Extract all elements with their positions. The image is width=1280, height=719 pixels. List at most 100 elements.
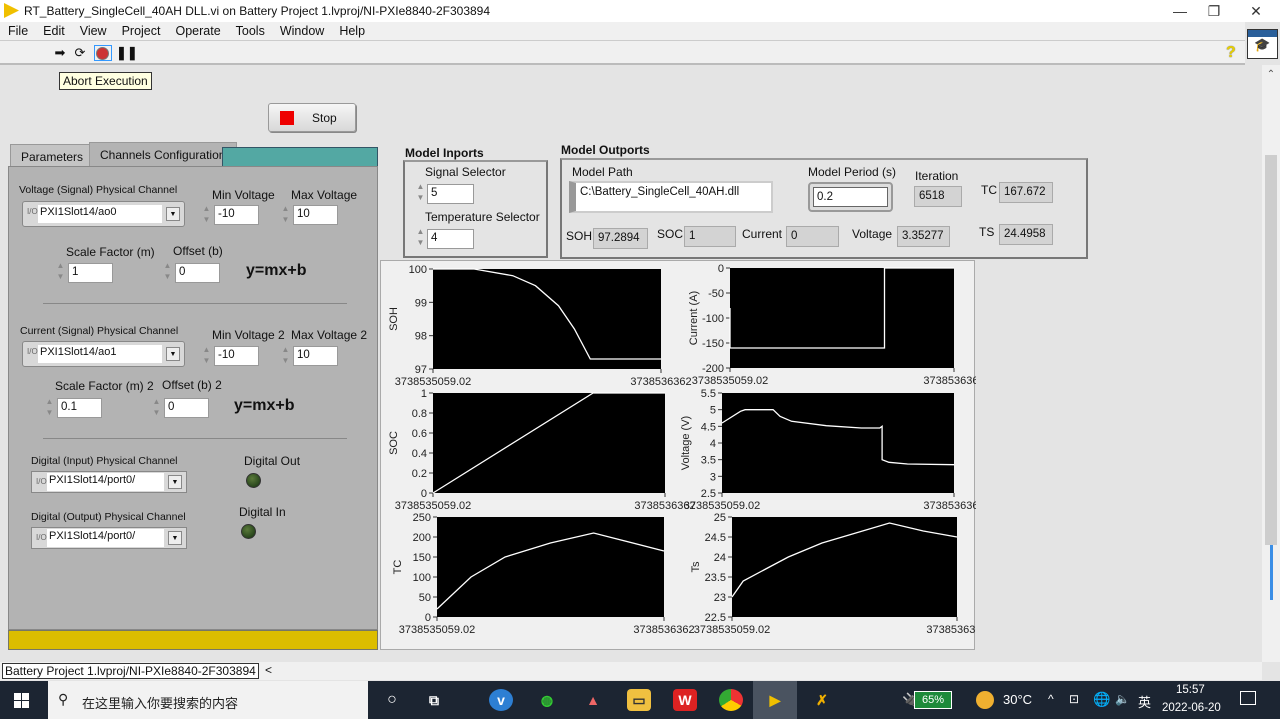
max-voltage-spinner[interactable]: ▲ ▼	[281, 203, 290, 227]
notification-icon[interactable]	[1240, 691, 1256, 705]
labview-taskbar-active[interactable]: ▶	[753, 681, 797, 719]
max-voltage-2-input[interactable]: 10	[293, 346, 338, 366]
ime-indicator[interactable]: 英	[1138, 692, 1151, 711]
wechat-icon[interactable]: ◍	[535, 689, 559, 711]
volume-icon[interactable]: 🔈	[1115, 692, 1130, 706]
dropdown-icon[interactable]: ▼	[168, 531, 182, 545]
matlab-icon[interactable]: ▲	[581, 689, 605, 711]
run-arrow-icon[interactable]: ➡	[51, 45, 69, 61]
ni-max-icon[interactable]: ✗	[810, 689, 834, 711]
voltage-channel-select[interactable]: I/O PXI1Slot14/ao0 ▼	[22, 201, 185, 227]
y-axis-label: SOC	[388, 431, 400, 455]
min-voltage-spinner[interactable]: ▲ ▼	[202, 203, 211, 227]
clock-date[interactable]: 2022-06-20	[1162, 702, 1221, 714]
restore-button[interactable]: ❐	[1194, 0, 1234, 22]
app-v-icon[interactable]: v	[489, 689, 513, 711]
scale-factor-2-input[interactable]: 0.1	[57, 398, 102, 418]
cortana-icon[interactable]: ○	[380, 689, 404, 711]
model-period-control[interactable]: 0.2	[808, 182, 893, 212]
offset-input[interactable]: 0	[175, 263, 220, 283]
y-tick-label: -100	[702, 313, 724, 325]
taskbar-search[interactable]: ⚲ 在这里输入你要搜索的内容	[48, 681, 368, 719]
signal-selector-spinner[interactable]: ▲ ▼	[416, 181, 425, 205]
task-view-icon[interactable]: ⧉	[422, 689, 446, 711]
y-tick-label: 3.5	[701, 455, 716, 467]
wps-icon[interactable]: W	[673, 689, 697, 711]
current-label: Current	[742, 227, 783, 241]
voltage-label: Voltage	[852, 227, 893, 241]
file-explorer-icon[interactable]: ▭	[627, 689, 651, 711]
globe-icon[interactable]: 🌐	[1093, 691, 1110, 708]
scale-factor-2-spinner[interactable]: ▲ ▼	[45, 396, 54, 420]
menu-help[interactable]: Help	[331, 22, 372, 38]
dropdown-icon[interactable]: ▼	[168, 475, 182, 489]
x-tick-label: 3738536362	[633, 624, 694, 636]
min-voltage-input[interactable]: -10	[214, 205, 259, 225]
dropdown-icon[interactable]: ▼	[166, 207, 180, 221]
help-icon[interactable]: ?	[1226, 44, 1236, 62]
y-tick-label: 0.2	[412, 468, 427, 480]
menu-file[interactable]: File	[0, 22, 35, 38]
scale-factor-spinner[interactable]: ▲ ▼	[56, 260, 65, 284]
pause-icon[interactable]: ❚❚	[116, 45, 138, 61]
abort-icon[interactable]	[94, 45, 112, 61]
chrome-icon[interactable]	[719, 689, 743, 711]
temperature-selector-input[interactable]: 4	[427, 229, 474, 249]
equation-label: y=mx+b	[246, 262, 307, 279]
show-hidden-icons[interactable]: ^	[1048, 692, 1054, 706]
model-path-input[interactable]: C:\Battery_SingleCell_40AH.dll	[569, 181, 773, 213]
scroll-up-icon[interactable]: ⌃	[1262, 69, 1280, 80]
x-tick-label: 3738535059.02	[692, 375, 768, 387]
y-tick-label: 4.5	[701, 421, 716, 433]
run-continuously-icon[interactable]: ⟳	[71, 45, 89, 61]
y-tick-label: 150	[413, 552, 431, 564]
menu-window[interactable]: Window	[272, 22, 331, 38]
network-icon[interactable]: ⊡	[1069, 692, 1079, 706]
clock-time[interactable]: 15:57	[1176, 684, 1205, 696]
window-title: RT_Battery_SingleCell_40AH DLL.vi on Bat…	[24, 4, 491, 18]
x-tick-label: 3738535059.02	[399, 624, 475, 636]
windows-start-icon[interactable]	[14, 693, 29, 708]
weather-icon[interactable]	[976, 691, 994, 709]
x-tick-label: 3738536362	[923, 375, 976, 387]
offset-spinner[interactable]: ▲ ▼	[163, 260, 172, 284]
max-voltage-2-spinner[interactable]: ▲ ▼	[281, 344, 290, 368]
tab-parameters[interactable]: Parameters	[10, 144, 95, 166]
target-path: Battery Project 1.lvproj/NI-PXIe8840-2F3…	[2, 663, 259, 679]
current-channel-select[interactable]: I/O PXI1Slot14/ao1 ▼	[22, 341, 185, 367]
max-voltage-2-label: Max Voltage 2	[291, 328, 368, 342]
signal-selector-label: Signal Selector	[425, 165, 506, 179]
temperature-selector-spinner[interactable]: ▲ ▼	[416, 226, 425, 250]
digital-out-led[interactable]	[246, 473, 261, 488]
min-voltage-2-spinner[interactable]: ▲ ▼	[202, 344, 211, 368]
offset-2-spinner[interactable]: ▲ ▼	[152, 396, 161, 420]
min-voltage-2-input[interactable]: -10	[214, 346, 259, 366]
divider	[43, 438, 347, 439]
chart-0: 97 98 99 100 3738535059.02 3738536362 SOH	[388, 264, 692, 388]
menu-operate[interactable]: Operate	[167, 22, 227, 38]
dropdown-icon[interactable]: ▼	[166, 347, 180, 361]
tab-channels-configuration[interactable]: Channels Configuration	[89, 142, 237, 167]
y-tick-label: 5.5	[701, 388, 716, 400]
y-tick-label: 50	[419, 592, 431, 604]
stop-button[interactable]: Stop	[268, 103, 356, 132]
scale-factor-input[interactable]: 1	[68, 263, 113, 283]
menu-edit[interactable]: Edit	[35, 22, 72, 38]
y-tick-label: 200	[413, 532, 431, 544]
menu-project[interactable]: Project	[114, 22, 168, 38]
battery-indicator[interactable]: 65%	[914, 691, 952, 709]
close-button[interactable]: ✕	[1236, 0, 1276, 22]
model-period-value[interactable]: 0.2	[813, 187, 888, 207]
menu-tools[interactable]: Tools	[228, 22, 272, 38]
scroll-thumb[interactable]	[1265, 155, 1277, 545]
vertical-scrollbar[interactable]: ⌃	[1262, 65, 1280, 662]
menu-view[interactable]: View	[72, 22, 114, 38]
scroll-left-icon[interactable]: <	[265, 663, 272, 677]
signal-selector-input[interactable]: 5	[427, 184, 474, 204]
menu-bar: File Edit View Project Operate Tools Window Hel…	[0, 22, 1245, 41]
digital-input-channel-select[interactable]: I/O PXI1Slot14/port0/▼	[31, 471, 187, 493]
temperature-text[interactable]: 30°C	[1003, 692, 1032, 707]
max-voltage-input[interactable]: 10	[293, 205, 338, 225]
offset-2-input[interactable]: 0	[164, 398, 209, 418]
digital-output-channel-select[interactable]: I/O PXI1Slot14/port0/▼	[31, 527, 187, 549]
